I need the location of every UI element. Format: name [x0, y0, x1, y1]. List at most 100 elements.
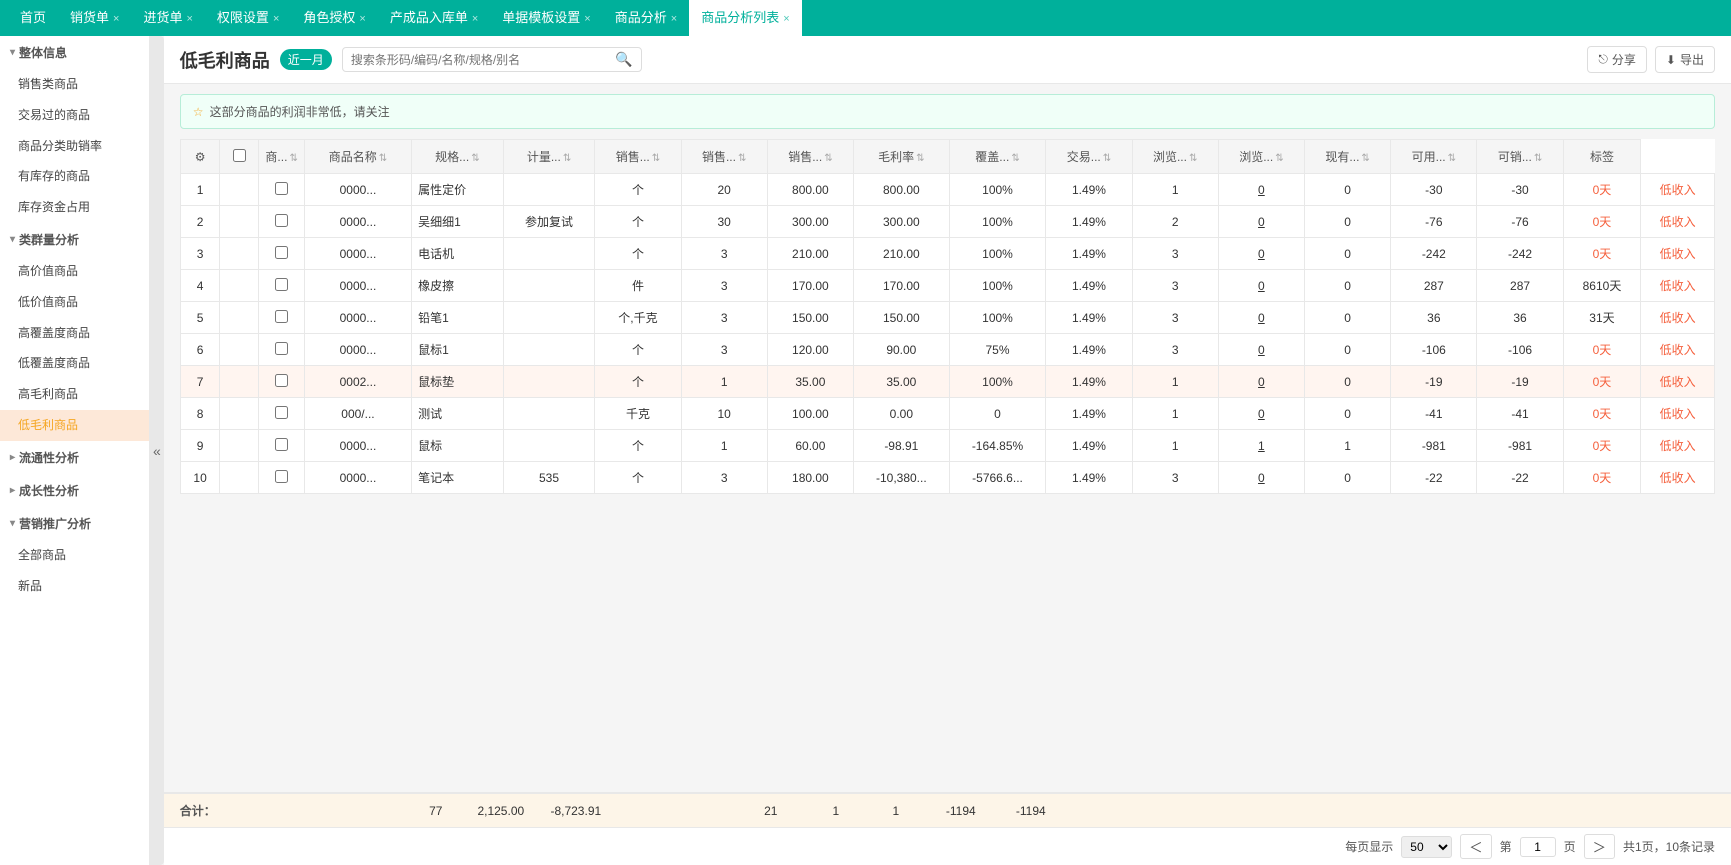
th-checkbox[interactable]: [220, 140, 259, 174]
row-gear[interactable]: [220, 238, 259, 270]
prev-page-button[interactable]: ＜: [1460, 834, 1491, 859]
th-trade[interactable]: 交易...⇅: [1046, 140, 1132, 174]
sidebar-group-liquidity[interactable]: ▸ 流通性分析: [0, 441, 149, 474]
sidebar-group-overall[interactable]: ▾ 整体信息: [0, 36, 149, 69]
th-view1[interactable]: 浏览...⇅: [1132, 140, 1218, 174]
row-trade: 3: [1132, 302, 1218, 334]
sidebar-item-category-rate[interactable]: 商品分类助销率: [0, 131, 149, 162]
expand-arrow-icon-2: ▾: [10, 234, 15, 245]
sidebar-item-all-goods[interactable]: 全部商品: [0, 540, 149, 571]
row-gear[interactable]: [220, 174, 259, 206]
th-gear[interactable]: ⚙: [180, 140, 220, 174]
row-view1[interactable]: 0: [1218, 206, 1304, 238]
page-size-select[interactable]: 50 100: [1401, 836, 1452, 858]
th-name[interactable]: 商品名称⇅: [304, 140, 411, 174]
row-gear[interactable]: [220, 334, 259, 366]
th-coverage[interactable]: 覆盖...⇅: [949, 140, 1046, 174]
row-checkbox[interactable]: [259, 334, 304, 366]
share-button[interactable]: ⎋ 分享: [1587, 46, 1647, 73]
sidebar-item-low-value[interactable]: 低价值商品: [0, 287, 149, 318]
next-page-button[interactable]: ＞: [1584, 834, 1615, 859]
row-gear[interactable]: [220, 302, 259, 334]
sort-icon-cur: ⇅: [1361, 153, 1369, 164]
sidebar-item-traded-goods[interactable]: 交易过的商品: [0, 100, 149, 131]
th-sales-amount[interactable]: 销售...⇅: [767, 140, 853, 174]
sidebar-group-growth[interactable]: ▸ 成长性分析: [0, 474, 149, 507]
sidebar-item-high-margin[interactable]: 高毛利商品: [0, 379, 149, 410]
row-view1[interactable]: 0: [1218, 334, 1304, 366]
row-gear[interactable]: [220, 398, 259, 430]
sidebar-item-stocked-goods[interactable]: 有库存的商品: [0, 161, 149, 192]
page-number-input[interactable]: [1520, 837, 1556, 857]
nav-product-analysis[interactable]: 商品分析×: [603, 0, 689, 36]
row-gear[interactable]: [220, 462, 259, 494]
row-view1[interactable]: 0: [1218, 238, 1304, 270]
search-icon[interactable]: 🔍: [615, 51, 632, 68]
row-view1[interactable]: 0: [1218, 398, 1304, 430]
nav-home[interactable]: 首页: [8, 0, 58, 36]
row-checkbox[interactable]: [259, 238, 304, 270]
th-current[interactable]: 现有...⇅: [1305, 140, 1391, 174]
th-sales-qty[interactable]: 销售...⇅: [595, 140, 681, 174]
export-button[interactable]: ⬇ 导出: [1655, 46, 1715, 73]
row-view2: 0: [1305, 462, 1391, 494]
nav-permission[interactable]: 权限设置×: [205, 0, 291, 36]
row-trade: 2: [1132, 206, 1218, 238]
date-badge[interactable]: 近一月: [280, 49, 332, 70]
row-gear[interactable]: [220, 270, 259, 302]
row-view1[interactable]: 0: [1218, 366, 1304, 398]
row-spec: [503, 430, 595, 462]
sidebar-item-high-value[interactable]: 高价值商品: [0, 256, 149, 287]
row-view1[interactable]: 0: [1218, 270, 1304, 302]
row-trade: 1: [1132, 430, 1218, 462]
sidebar-group-marketing[interactable]: ▾ 营销推广分析: [0, 507, 149, 540]
row-view1[interactable]: 1: [1218, 430, 1304, 462]
row-view1[interactable]: 0: [1218, 302, 1304, 334]
th-sales-price[interactable]: 销售...⇅: [681, 140, 767, 174]
sidebar-item-inventory-capital[interactable]: 库存资金占用: [0, 192, 149, 223]
row-index: 3: [180, 238, 220, 270]
row-checkbox[interactable]: [259, 270, 304, 302]
row-checkbox[interactable]: [259, 174, 304, 206]
sidebar-group-cluster[interactable]: ▾ 类群量分析: [0, 223, 149, 256]
search-input[interactable]: [351, 53, 616, 67]
row-view1[interactable]: 0: [1218, 462, 1304, 494]
sidebar-item-high-coverage[interactable]: 高覆盖度商品: [0, 318, 149, 349]
th-unit[interactable]: 计量...⇅: [503, 140, 595, 174]
row-view1[interactable]: 0: [1218, 174, 1304, 206]
row-gear[interactable]: [220, 430, 259, 462]
nav-template[interactable]: 单据模板设置×: [490, 0, 602, 36]
row-index: 9: [180, 430, 220, 462]
th-code[interactable]: 商...⇅: [259, 140, 304, 174]
sidebar-item-low-margin[interactable]: 低毛利商品: [0, 410, 149, 441]
sidebar-item-sales-goods[interactable]: 销售类商品: [0, 69, 149, 100]
row-sales-qty: 20: [681, 174, 767, 206]
sidebar-item-new-goods[interactable]: 新品: [0, 571, 149, 602]
row-gear[interactable]: [220, 206, 259, 238]
row-checkbox[interactable]: [259, 302, 304, 334]
sidebar-collapse-button[interactable]: «: [150, 36, 164, 865]
select-all-checkbox[interactable]: [233, 149, 246, 162]
total-view2: 1: [866, 804, 926, 818]
row-code: 000/...: [304, 398, 411, 430]
th-tag[interactable]: 标签: [1563, 140, 1641, 174]
nav-purchase[interactable]: 进货单×: [131, 0, 204, 36]
nav-product-analysis-list[interactable]: 商品分析列表×: [689, 0, 801, 36]
th-available[interactable]: 可用...⇅: [1391, 140, 1477, 174]
row-gear[interactable]: [220, 366, 259, 398]
nav-role[interactable]: 角色授权×: [291, 0, 377, 36]
row-checkbox[interactable]: [259, 430, 304, 462]
sidebar-item-low-coverage[interactable]: 低覆盖度商品: [0, 348, 149, 379]
row-checkbox[interactable]: [259, 398, 304, 430]
row-spec: [503, 270, 595, 302]
row-unit: 个: [595, 334, 681, 366]
row-checkbox[interactable]: [259, 206, 304, 238]
row-checkbox[interactable]: [259, 462, 304, 494]
th-sellable[interactable]: 可销...⇅: [1477, 140, 1563, 174]
row-checkbox[interactable]: [259, 366, 304, 398]
nav-sales[interactable]: 销货单×: [58, 0, 131, 36]
th-view2[interactable]: 浏览...⇅: [1218, 140, 1304, 174]
th-gross-margin[interactable]: 毛利率⇅: [854, 140, 950, 174]
nav-product-entry[interactable]: 产成品入库单×: [378, 0, 490, 36]
th-spec[interactable]: 规格...⇅: [412, 140, 504, 174]
